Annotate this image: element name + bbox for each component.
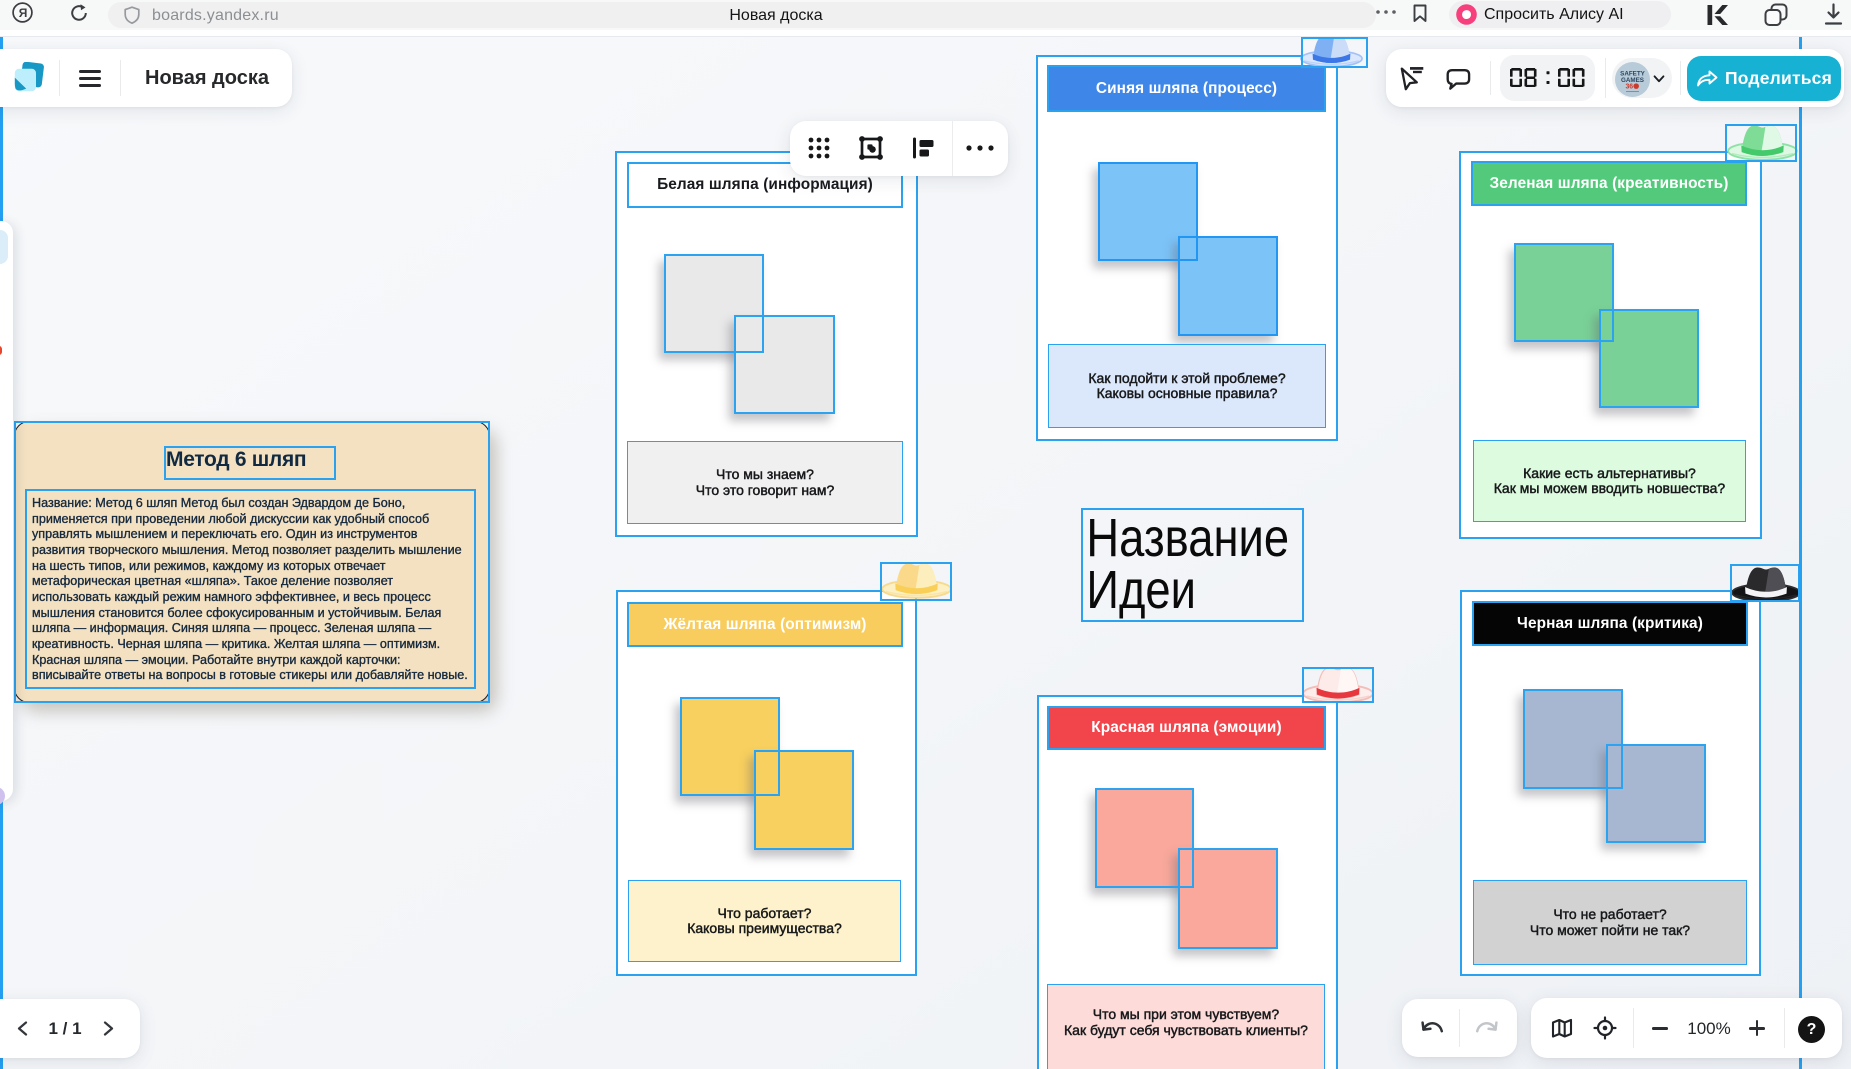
svg-text:36: 36 — [1625, 84, 1633, 91]
svg-text:Я: Я — [19, 6, 28, 20]
svg-text:GAMES: GAMES — [1621, 77, 1644, 84]
